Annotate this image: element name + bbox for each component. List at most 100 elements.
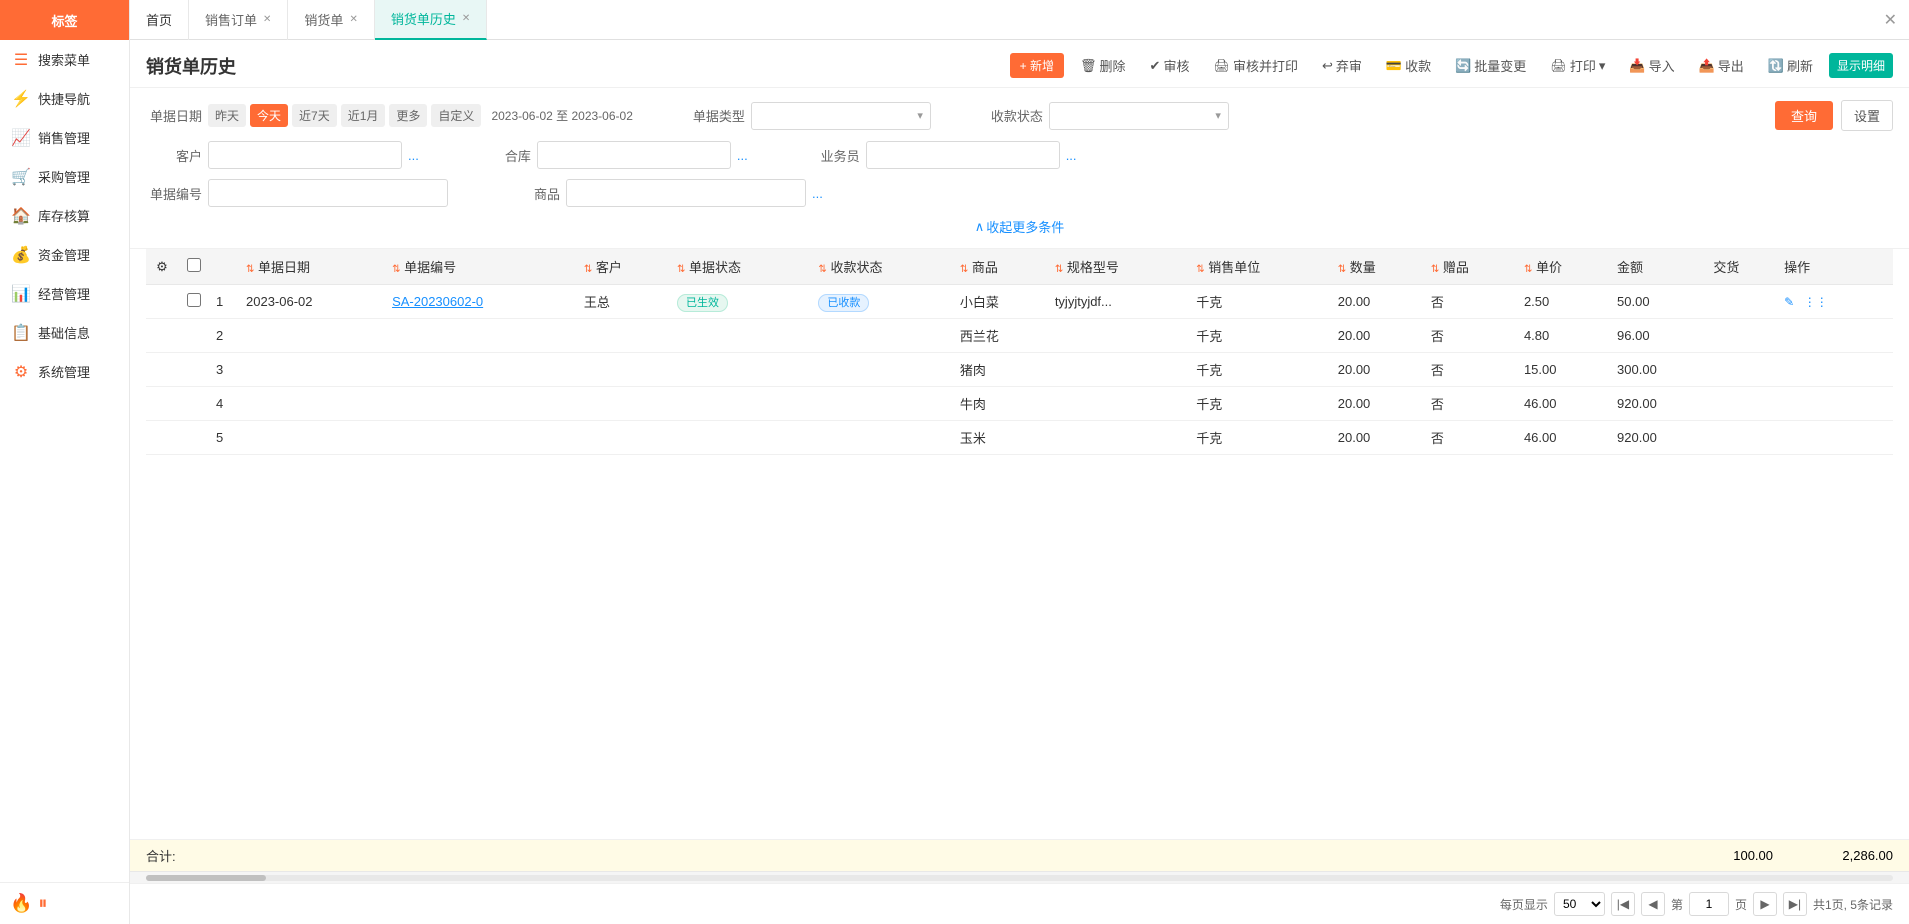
export-button[interactable]: 📤 导出 [1691,52,1752,79]
pause-icon[interactable]: ⏸ [38,893,47,914]
date-btn-yesterday[interactable]: 昨天 [208,104,246,127]
sort-icon: ⇅ [246,264,254,275]
col-doc-date[interactable]: ⇅ 单据日期 [240,249,386,285]
col-spec-type[interactable]: ⇅ 规格型号 [1049,249,1190,285]
nav-close-all[interactable]: ✕ [1872,10,1909,30]
sidebar-item-basic-info[interactable]: 📋 基础信息 [0,313,129,352]
row-checkbox-cell [178,421,210,455]
collapse-btn[interactable]: ∧ 收起更多条件 [146,217,1893,236]
doc-number-link[interactable]: SA-20230602-0 [392,294,483,309]
audit-print-button[interactable]: 🖨 审核并打印 [1205,52,1306,79]
filter-doc-number: 单据编号 [146,179,448,207]
prev-page-btn[interactable]: ◀ [1641,892,1665,916]
col-unit-price[interactable]: ⇅ 单价 [1518,249,1611,285]
tab-home[interactable]: 首页 [130,0,189,40]
scrollbar-area[interactable] [130,871,1909,883]
row-payment-status: 已收款 [812,285,953,319]
row-unit-price: 2.50 [1518,285,1611,319]
new-button[interactable]: + 新增 [1010,53,1064,78]
row-sales-unit: 千克 [1190,421,1331,455]
tab-sales-history-close[interactable]: ✕ [462,13,470,24]
goods-input[interactable] [566,179,806,207]
sidebar-item-label: 采购管理 [38,167,90,186]
row-checkbox[interactable] [187,293,201,307]
main-area: 首页 销售订单 ✕ 销货单 ✕ 销货单历史 ✕ ✕ 销货单历史 + 新增 🗑 删… [130,0,1909,924]
col-quantity[interactable]: ⇅ 数量 [1332,249,1425,285]
payment-status-select[interactable] [1049,102,1229,130]
last-page-btn[interactable]: ▶| [1783,892,1807,916]
page-input[interactable]: 1 [1689,892,1729,916]
sidebar-item-inventory[interactable]: 🏠 库存核算 [0,196,129,235]
salesperson-input[interactable] [866,141,1060,169]
sidebar-item-system[interactable]: ⚙ 系统管理 [0,352,129,391]
col-sales-unit[interactable]: ⇅ 销售单位 [1190,249,1331,285]
tab-sales-delivery-close[interactable]: ✕ [349,14,357,25]
sidebar-item-sales-mgmt[interactable]: 📈 销售管理 [0,118,129,157]
tab-sales-delivery[interactable]: 销货单 ✕ [288,0,374,40]
edit-action-btn[interactable]: ✎ [1784,295,1794,309]
sidebar-item-quick-nav[interactable]: ⚡ 快捷导航 [0,79,129,118]
next-page-btn[interactable]: ▶ [1753,892,1777,916]
display-detail-button[interactable]: 显示明细 [1829,53,1893,78]
sort-icon: ⇅ [1431,264,1439,275]
tab-sales-order-close[interactable]: ✕ [263,14,271,25]
col-goods[interactable]: ⇅ 商品 [954,249,1049,285]
date-btn-more[interactable]: 更多 [389,104,427,127]
col-amount[interactable]: 金额 [1611,249,1707,285]
date-btn-custom[interactable]: 自定义 [431,104,481,127]
col-settings[interactable]: ⚙ [146,249,178,285]
select-all-checkbox[interactable] [187,258,201,272]
row-doc-number [386,319,578,353]
sidebar-item-label: 库存核算 [38,206,90,225]
sidebar-item-search-menu[interactable]: ☰ 搜索菜单 [0,40,129,79]
search-button[interactable]: 查询 [1775,101,1833,130]
delete-button[interactable]: 🗑 删除 [1072,52,1134,79]
customer-input[interactable] [208,141,402,169]
batch-change-button[interactable]: 🔄 批量变更 [1447,52,1534,79]
row-doc-status [671,387,812,421]
tab-sales-order[interactable]: 销售订单 ✕ [189,0,288,40]
col-action: 操作 [1778,249,1893,285]
more-action-btn[interactable]: ⋮⋮ [1804,295,1828,309]
refresh-button[interactable]: 🔃 刷新 [1760,52,1821,79]
tab-sales-history[interactable]: 销货单历史 ✕ [375,0,487,40]
date-btn-7days[interactable]: 近7天 [292,104,337,127]
goods-more[interactable]: ... [812,186,823,201]
sidebar-item-operations[interactable]: 📊 经营管理 [0,274,129,313]
collect-button[interactable]: 💳 收款 [1378,52,1439,79]
table-row: 1 2023-06-02 SA-20230602-0 王总 已生效 已收款 小白… [146,285,1893,319]
doc-type-select[interactable] [751,102,931,130]
date-btn-1month[interactable]: 近1月 [341,104,386,127]
fire-icon[interactable]: 🔥 [10,893,32,914]
filter-goods: 商品 ... [504,179,823,207]
date-btn-today[interactable]: 今天 [250,104,288,127]
salesperson-more[interactable]: ... [1066,148,1077,163]
row-doc-date: 2023-06-02 [240,285,386,319]
sort-icon: ⇅ [1338,264,1346,275]
row-amount: 300.00 [1611,353,1707,387]
customer-more[interactable]: ... [408,148,419,163]
scrollbar-thumb[interactable] [146,875,266,881]
col-transaction: 交货 [1707,249,1778,285]
doc-number-input[interactable] [208,179,448,207]
sidebar-item-purchase-mgmt[interactable]: 🛒 采购管理 [0,157,129,196]
sidebar-item-label: 基础信息 [38,323,90,342]
abandon-button[interactable]: ↩ 弃审 [1314,52,1370,79]
sidebar: 标签 ☰ 搜索菜单 ⚡ 快捷导航 📈 销售管理 🛒 采购管理 🏠 库存核算 💰 … [0,0,130,924]
print-button[interactable]: 🖨 打印 ▾ [1542,52,1613,79]
scrollbar-track[interactable] [146,875,1893,881]
sidebar-item-fund[interactable]: 💰 资金管理 [0,235,129,274]
col-doc-status[interactable]: ⇅ 单据状态 [671,249,812,285]
col-payment-status[interactable]: ⇅ 收款状态 [812,249,953,285]
setting-button[interactable]: 设置 [1841,100,1893,131]
import-button[interactable]: 📥 导入 [1621,52,1682,79]
warehouse-more[interactable]: ... [737,148,748,163]
audit-button[interactable]: ✔ 审核 [1142,52,1198,79]
pagination: 每页显示 50 100 200 |◀ ◀ 第 1 页 ▶ ▶| 共1页, 5条记… [130,883,1909,924]
first-page-btn[interactable]: |◀ [1611,892,1635,916]
col-gift[interactable]: ⇅ 赠品 [1425,249,1518,285]
col-doc-number[interactable]: ⇅ 单据编号 [386,249,578,285]
warehouse-input[interactable] [537,141,731,169]
col-customer[interactable]: ⇅ 客户 [578,249,671,285]
page-size-select[interactable]: 50 100 200 [1554,892,1605,916]
